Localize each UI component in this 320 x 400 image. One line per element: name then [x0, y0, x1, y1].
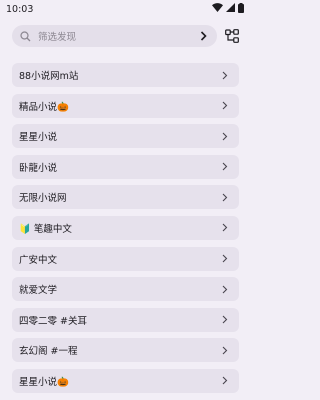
- list-item-label: 就爱文学: [19, 285, 58, 297]
- wifi-icon: [212, 3, 223, 15]
- list-item-label: 星星小说🎃: [19, 376, 69, 388]
- list-item[interactable]: 88小说网m站: [12, 63, 239, 87]
- list-item[interactable]: 广安中文: [12, 246, 239, 271]
- list-item[interactable]: 精品小说🎃: [12, 93, 239, 118]
- chevron-right-icon: [222, 131, 230, 141]
- chevron-right-icon: [222, 192, 230, 202]
- chevron-right-icon: [222, 162, 230, 172]
- chevron-right-icon: [222, 254, 230, 264]
- list-item-label: 星星小说: [19, 132, 58, 144]
- list-item[interactable]: 就爱文学: [12, 277, 239, 302]
- list-item[interactable]: 星星小说🎃: [12, 368, 239, 393]
- search-input[interactable]: 筛选发现: [12, 25, 217, 47]
- list-item[interactable]: 卧龍小说: [12, 154, 239, 179]
- search-row: 筛选发现: [0, 25, 250, 49]
- chevron-right-icon: [222, 376, 230, 386]
- status-bar: 10:03: [0, 0, 250, 18]
- list-item-label: 88小说网m站: [19, 71, 79, 82]
- source-list: 88小说网m站 精品小说🎃 星星小说 卧龍小说 无限小说网 🔰 笔趣中文 广安中…: [12, 63, 239, 400]
- cellular-signal-icon: [226, 3, 235, 15]
- list-item[interactable]: 🔰 笔趣中文: [12, 215, 239, 240]
- chevron-right-icon: [222, 315, 230, 325]
- list-item[interactable]: 无限小说网: [12, 185, 239, 210]
- chevron-right-icon: [222, 101, 230, 111]
- chevron-right-icon[interactable]: [197, 30, 209, 42]
- list-item-label: 无限小说网: [19, 193, 67, 205]
- list-item-label: 精品小说🎃: [19, 101, 69, 113]
- list-item-label: 四零二零 #关耳: [19, 315, 87, 327]
- search-icon: [20, 30, 32, 42]
- status-icons: [212, 2, 244, 16]
- list-item-label: 卧龍小说: [19, 162, 58, 174]
- list-item[interactable]: 玄幻阁 #一程: [12, 338, 239, 363]
- chevron-right-icon: [222, 223, 230, 233]
- status-time: 10:03: [6, 3, 34, 15]
- search-placeholder: 筛选发现: [38, 32, 77, 43]
- chevron-right-icon: [222, 345, 230, 355]
- chevron-right-icon: [222, 284, 230, 294]
- list-item-label: 🔰 笔趣中文: [19, 223, 72, 235]
- group-tree-icon[interactable]: [224, 28, 240, 44]
- list-item-label: 广安中文: [19, 254, 58, 266]
- list-item[interactable]: 星星小说: [12, 124, 239, 149]
- chevron-right-icon: [222, 70, 230, 80]
- battery-icon: [238, 2, 244, 16]
- list-item[interactable]: 四零二零 #关耳: [12, 307, 239, 332]
- list-item-label: 玄幻阁 #一程: [19, 346, 78, 358]
